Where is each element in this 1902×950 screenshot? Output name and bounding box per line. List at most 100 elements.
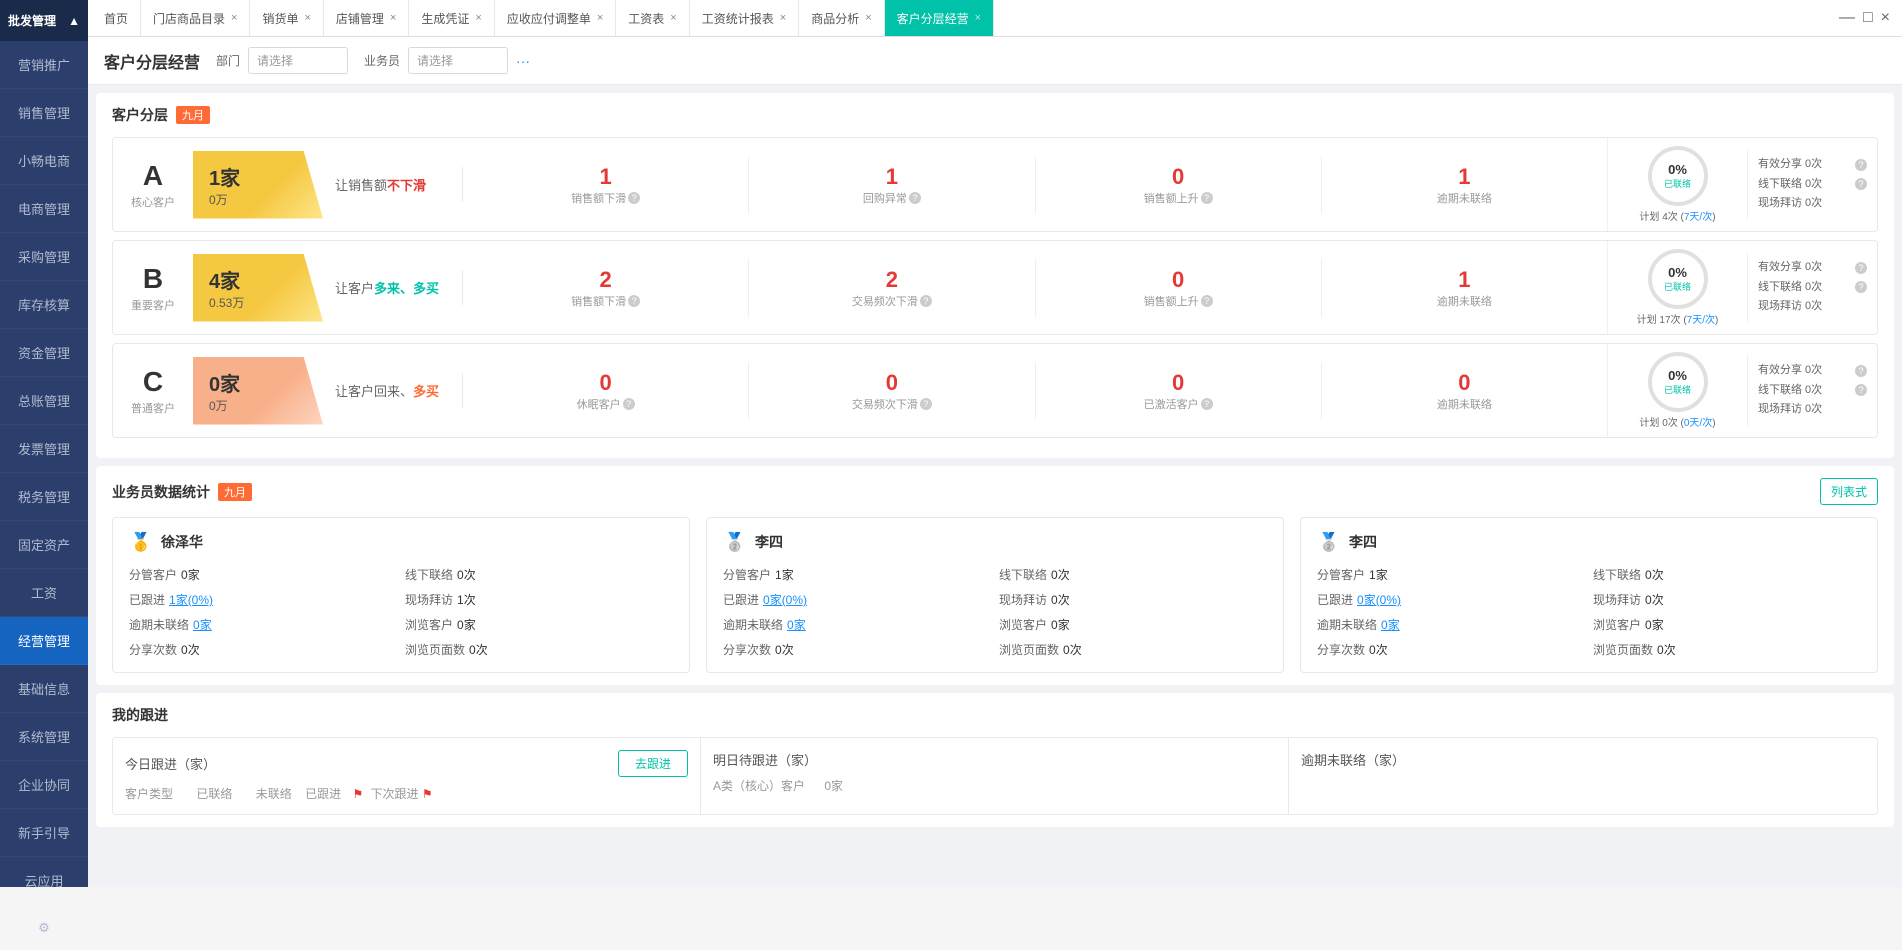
stat-b-1[interactable]: 2 销售额下滑 ?: [463, 259, 749, 317]
biz-stat-0-4: 逾期未联络0家: [129, 614, 397, 635]
tier-b-count-block: 4家 0.53万: [193, 254, 323, 322]
info-icon-a2[interactable]: ?: [909, 192, 921, 204]
tab-pingzheng[interactable]: 生成凭证 ×: [409, 0, 494, 36]
tab-gongzi[interactable]: 工资表 ×: [616, 0, 689, 36]
sidebar-item-xiaoshou[interactable]: 销售管理: [0, 89, 88, 137]
sidebar-header[interactable]: 批发管理 ▲: [0, 0, 88, 41]
close-kehu-icon[interactable]: ×: [975, 12, 981, 24]
info-icon-b2[interactable]: ?: [920, 295, 932, 307]
info-icon-br2[interactable]: ?: [1855, 281, 1867, 293]
close-gongzi-icon[interactable]: ×: [670, 12, 676, 24]
sidebar-item-gongzi[interactable]: 工资: [0, 569, 88, 617]
close-dianpu-icon[interactable]: ×: [390, 12, 396, 24]
biz-stat-2-7: 浏览页面数0次: [1593, 639, 1861, 660]
stat-a-4[interactable]: 1 逾期未联络: [1322, 156, 1607, 214]
close-shangpin-icon[interactable]: ×: [865, 12, 871, 24]
tab-close-icon[interactable]: ×: [1881, 9, 1890, 27]
close-pingzheng-icon[interactable]: ×: [475, 12, 481, 24]
dept-select[interactable]: 请选择: [248, 47, 348, 74]
sidebar-item-qiye[interactable]: 企业协同: [0, 761, 88, 809]
sidebar-item-fapiao[interactable]: 发票管理: [0, 425, 88, 473]
info-icon-c3[interactable]: ?: [1201, 398, 1213, 410]
info-icon-c2[interactable]: ?: [920, 398, 932, 410]
stat-c-2[interactable]: 0 交易频次下滑 ?: [749, 362, 1035, 420]
info-icon-c1[interactable]: ?: [623, 398, 635, 410]
info-icon-b3[interactable]: ?: [1201, 295, 1213, 307]
info-icon-br1[interactable]: ?: [1855, 262, 1867, 274]
tab-yingshou[interactable]: 应收应付调整单 ×: [495, 0, 616, 36]
tier-b-label: B 重要客户: [113, 253, 193, 323]
tab-mendian[interactable]: 门店商品目录 ×: [141, 0, 250, 36]
info-icon-ar2[interactable]: ?: [1855, 178, 1867, 190]
sidebar-item-xitong[interactable]: 系统管理: [0, 713, 88, 761]
tab-kehu[interactable]: 客户分层经营 ×: [885, 0, 994, 36]
sidebar-item-xinshou[interactable]: 新手引导: [0, 809, 88, 857]
close-xiaohuo-icon[interactable]: ×: [304, 12, 310, 24]
stat-b-4[interactable]: 1 逾期未联络: [1322, 259, 1607, 317]
biz-card-0-name: 徐泽华: [161, 532, 203, 552]
close-mendian-icon[interactable]: ×: [231, 12, 237, 24]
biz-stat-1-5: 浏览客户0家: [999, 614, 1267, 635]
sidebar-item-jichu[interactable]: 基础信息: [0, 665, 88, 713]
biz-stat-2-6: 分享次数0次: [1317, 639, 1585, 660]
close-yingshou-icon[interactable]: ×: [597, 12, 603, 24]
info-icon-ar1[interactable]: ?: [1855, 159, 1867, 171]
sidebar-item-yunyingyong[interactable]: 云应用: [0, 857, 88, 905]
stat-b-3[interactable]: 0 销售额上升 ?: [1036, 259, 1322, 317]
tab-maximize-icon[interactable]: □: [1863, 9, 1873, 27]
biz-stat-0-5: 浏览客户0家: [405, 614, 673, 635]
contact-plan-a-link[interactable]: 7天/次: [1684, 212, 1712, 223]
tab-gongzitongji[interactable]: 工资统计报表 ×: [690, 0, 799, 36]
tab-home[interactable]: 首页: [92, 0, 141, 36]
biz-stat-0-0: 分管客户0家: [129, 564, 397, 585]
page-header: 客户分层经营 部门 请选择 业务员 请选择 ···: [88, 37, 1902, 85]
stat-c-3[interactable]: 0 已激活客户 ?: [1036, 362, 1322, 420]
sidebar-item-zijin[interactable]: 资金管理: [0, 329, 88, 377]
sidebar-item-caigou[interactable]: 采购管理: [0, 233, 88, 281]
biz-stat-1-3: 现场拜访0次: [999, 589, 1267, 610]
sidebar-collapse-icon[interactable]: ▲: [68, 14, 80, 28]
tier-row-c: C 普通客户 0家 0万 让客户回来、多买 0 休眠客户 ?: [112, 343, 1878, 438]
tab-dianpu[interactable]: 店铺管理 ×: [324, 0, 409, 36]
sidebar-item-gudingzichan[interactable]: 固定资产: [0, 521, 88, 569]
sales-filter: 业务员 请选择 ···: [364, 47, 530, 74]
contact-plan-c-link[interactable]: 0天/次: [1684, 418, 1712, 429]
stat-c-1[interactable]: 0 休眠客户 ?: [463, 362, 749, 420]
sidebar-title: 批发管理: [8, 12, 56, 29]
more-filter-icon[interactable]: ···: [516, 53, 530, 69]
stat-b-2[interactable]: 2 交易频次下滑 ?: [749, 259, 1035, 317]
stat-a-1[interactable]: 1 销售额下滑 ?: [463, 156, 749, 214]
followup-today-title: 今日跟进（家）: [125, 754, 216, 773]
tab-xiaohuo[interactable]: 销货单 ×: [250, 0, 323, 36]
sidebar-item-dianshang[interactable]: 电商管理: [0, 185, 88, 233]
stat-c-4[interactable]: 0 逾期未联络: [1322, 362, 1607, 420]
info-icon-a1[interactable]: ?: [628, 192, 640, 204]
tab-shangpin[interactable]: 商品分析 ×: [799, 0, 884, 36]
sales-label: 业务员: [364, 52, 400, 69]
sales-select[interactable]: 请选择: [408, 47, 508, 74]
list-style-button[interactable]: 列表式: [1820, 478, 1878, 505]
info-icon-cr2[interactable]: ?: [1855, 384, 1867, 396]
tab-minimize-icon[interactable]: —: [1839, 9, 1855, 27]
sidebar-item-jingying[interactable]: 经营管理: [0, 617, 88, 665]
sidebar-item-xiaochangdianshang[interactable]: 小畅电商: [0, 137, 88, 185]
sidebar-item-kucun[interactable]: 库存核算: [0, 281, 88, 329]
main-area: 首页 门店商品目录 × 销货单 × 店铺管理 × 生成凭证 × 应收应付调整单 …: [88, 0, 1902, 887]
tab-bar: 首页 门店商品目录 × 销货单 × 店铺管理 × 生成凭证 × 应收应付调整单 …: [88, 0, 1902, 37]
stat-a-3[interactable]: 0 销售额上升 ?: [1036, 156, 1322, 214]
close-gongzitongji-icon[interactable]: ×: [780, 12, 786, 24]
contact-plan-b-link[interactable]: 7天/次: [1687, 315, 1715, 326]
medal-1-icon: 🥈: [723, 530, 747, 554]
sidebar-item-zongzhang[interactable]: 总账管理: [0, 377, 88, 425]
sidebar-item-yingxiao[interactable]: 营销推广: [0, 41, 88, 89]
stat-a-2[interactable]: 1 回购异常 ?: [749, 156, 1035, 214]
info-icon-cr1[interactable]: ?: [1855, 365, 1867, 377]
sidebar-settings-icon[interactable]: ⚙: [0, 905, 88, 950]
page-title: 客户分层经营: [104, 49, 200, 73]
goto-followup-button[interactable]: 去跟进: [618, 750, 688, 777]
tier-b-right-stats: 有效分享 0次 ? 线下联络 0次 ? 现场拜访 0次: [1747, 252, 1877, 323]
sidebar-item-shuiwu[interactable]: 税务管理: [0, 473, 88, 521]
biz-stat-1-4: 逾期未联络0家: [723, 614, 991, 635]
info-icon-a3[interactable]: ?: [1201, 192, 1213, 204]
info-icon-b1[interactable]: ?: [628, 295, 640, 307]
